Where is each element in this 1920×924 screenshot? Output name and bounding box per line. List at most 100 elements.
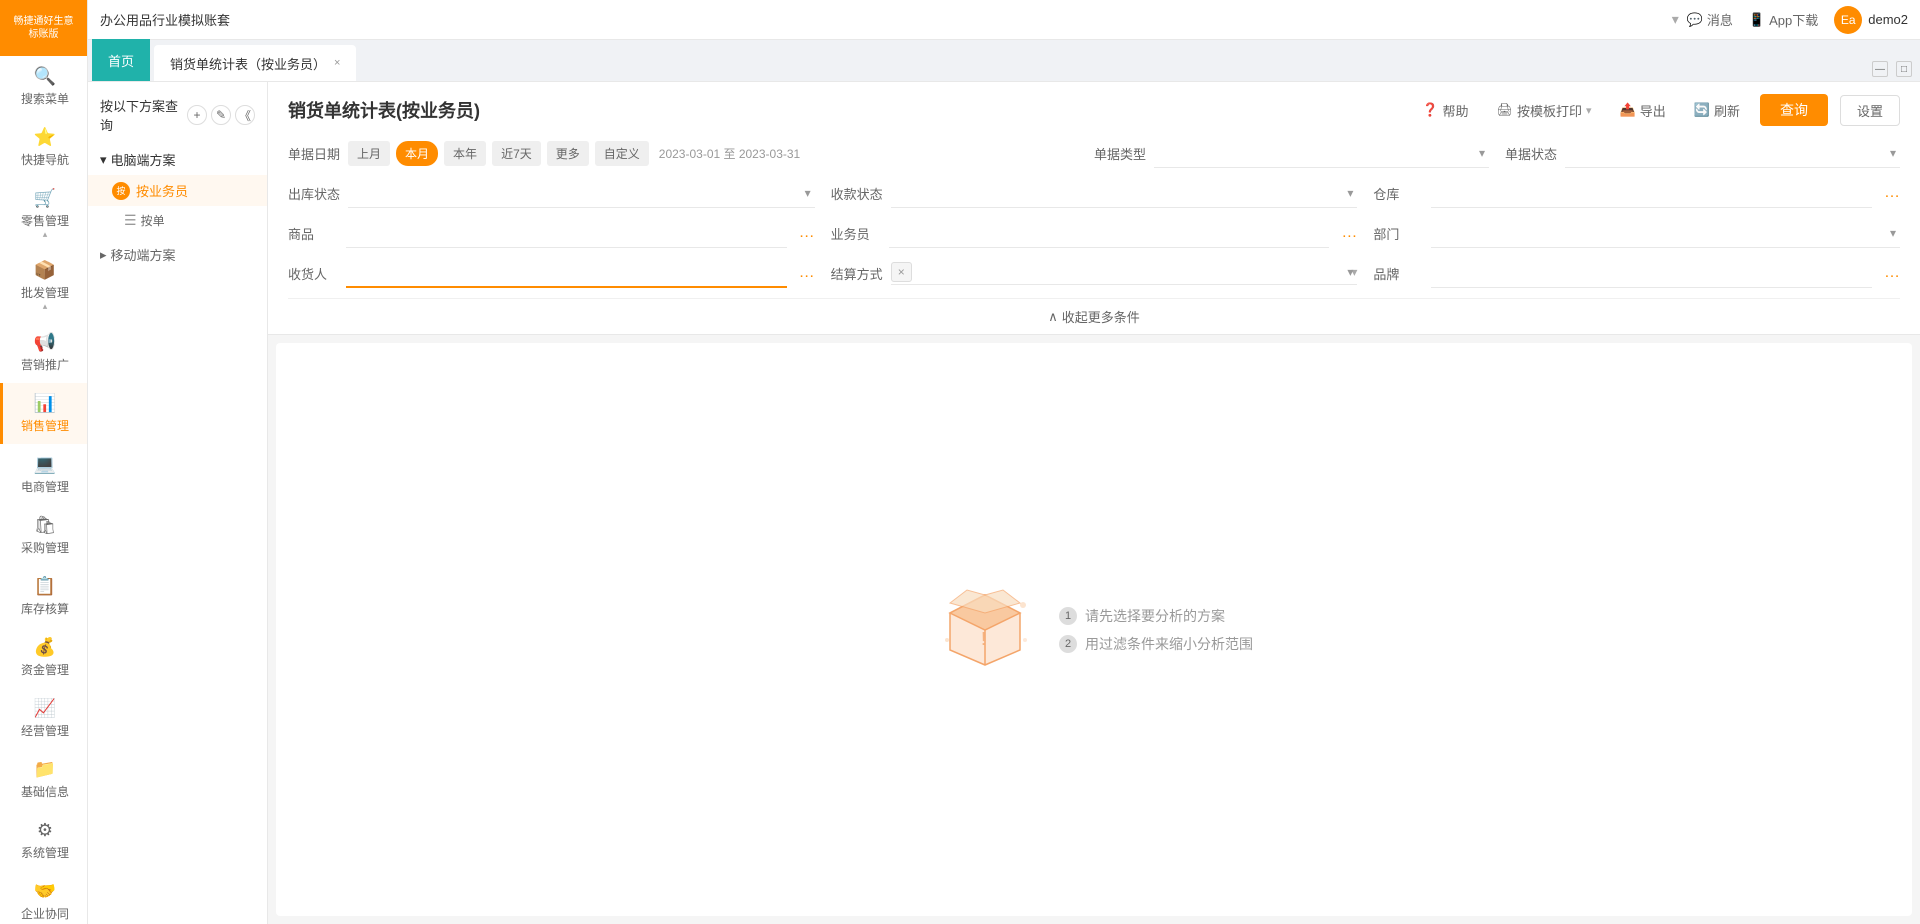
purchase-icon: 🛍 [34, 515, 57, 536]
staff-field: 业务员 … [831, 218, 1358, 248]
refresh-label: 刷新 [1714, 101, 1740, 120]
sidebar-item-wholesale[interactable]: 📦 批发管理 ▴ [0, 250, 87, 322]
out-status-select[interactable] [348, 178, 815, 208]
empty-tip-1: 1 请先选择要分析的方案 [1059, 606, 1253, 626]
date-this-year-button[interactable]: 本年 [444, 141, 486, 166]
warehouse-input[interactable] [1431, 178, 1872, 208]
bill-type-select[interactable] [1154, 138, 1489, 168]
brand-label: 品牌 [1373, 264, 1423, 283]
sidebar-item-label: 营销推广 [21, 356, 69, 373]
payment-status-select[interactable] [891, 178, 1358, 208]
help-button[interactable]: ❓ 帮助 [1414, 97, 1476, 124]
date-custom-button[interactable]: 自定义 [595, 141, 649, 166]
sidebar-item-purchase[interactable]: 🛍 采购管理 [0, 505, 87, 566]
right-panel: 销货单统计表(按业务员) ❓ 帮助 🖨 按模板打印 ▾ 📤 [268, 82, 1920, 924]
brand-dots-button[interactable]: … [1884, 264, 1900, 282]
date-this-month-button[interactable]: 本月 [396, 141, 438, 166]
print-icon: 🖨 [1497, 102, 1514, 118]
date-custom-label: 自定义 [604, 147, 640, 161]
sidebar-item-quicknav[interactable]: ⭐ 快捷导航 [0, 117, 87, 178]
brand-input[interactable] [1431, 258, 1872, 288]
print-button[interactable]: 🖨 按模板打印 ▾ [1489, 97, 1600, 124]
date-prev-month-button[interactable]: 上月 [348, 141, 390, 166]
goods-input[interactable] [346, 218, 787, 248]
sidebar-item-label: 批发管理 [21, 284, 69, 301]
collapse-filters-button[interactable]: ∧ 收起更多条件 [288, 298, 1900, 334]
payment-status-field: 收款状态 [831, 178, 1358, 208]
basic-icon: 📁 [34, 759, 56, 780]
tree-item-by-staff[interactable]: 按 按业务员 [88, 175, 267, 206]
filter-row-1: 单据日期 上月 本月 本年 [288, 138, 1900, 168]
date-7days-button[interactable]: 近7天 [492, 141, 541, 166]
query-button[interactable]: 查询 [1760, 94, 1828, 126]
sidebar-item-finance[interactable]: 💰 资金管理 [0, 627, 87, 688]
add-scheme-button[interactable]: + [187, 105, 207, 125]
left-panel-actions: + ✎ 《 [187, 105, 255, 125]
print-label: 按模板打印 [1517, 101, 1582, 120]
edit-scheme-button[interactable]: ✎ [211, 105, 231, 125]
sidebar-item-inventory[interactable]: 📋 库存核算 [0, 566, 87, 627]
date-more-button[interactable]: 更多 [547, 141, 589, 166]
app-title: 办公用品行业模拟账套 [100, 10, 1664, 29]
goods-dots-button[interactable]: … [799, 224, 815, 242]
settlement-dropdown-arrow: ▾ [1351, 265, 1357, 279]
dept-select[interactable] [1431, 218, 1900, 248]
sidebar-item-marketing[interactable]: 📢 营销推广 [0, 322, 87, 383]
sales-icon: 📊 [34, 393, 56, 414]
collapse-panel-button[interactable]: 《 [235, 105, 255, 125]
date-this-year-label: 本年 [453, 147, 477, 161]
date-range-text: 2023-03-01 至 2023-03-31 [659, 145, 800, 162]
sidebar-item-sales[interactable]: 📊 销售管理 [0, 383, 87, 444]
settings-button[interactable]: 设置 [1840, 95, 1900, 126]
maximize-button[interactable]: □ [1896, 61, 1912, 77]
tab-active[interactable]: 销货单统计表（按业务员） × [154, 45, 356, 81]
export-label: 导出 [1640, 101, 1666, 120]
bill-status-select[interactable] [1565, 138, 1900, 168]
dept-label: 部门 [1373, 224, 1423, 243]
filter-row-2: 出库状态 收款状态 仓库 [288, 178, 1900, 208]
tree-group-desktop-header[interactable]: ▾ 电脑端方案 [88, 144, 267, 175]
sidebar-item-ecom[interactable]: 💻 电商管理 [0, 444, 87, 505]
payment-status-select-wrap [891, 178, 1358, 208]
refresh-button[interactable]: 🔄 刷新 [1686, 97, 1748, 124]
expand-arrow-icon: ▴ [43, 301, 48, 312]
brand-field: 品牌 … [1373, 258, 1900, 288]
receiver-input[interactable] [346, 258, 787, 288]
tree-sub-item-by-bill[interactable]: ☰ 按单 [88, 206, 267, 235]
date-7days-label: 近7天 [501, 147, 532, 161]
tree-group-mobile-header[interactable]: ▸ 移动端方案 [88, 239, 267, 270]
page-title-actions: ❓ 帮助 🖨 按模板打印 ▾ 📤 导出 🔄 [1414, 94, 1900, 126]
settlement-tag: × [891, 262, 912, 282]
sidebar-item-retail[interactable]: 🛒 零售管理 ▴ [0, 178, 87, 250]
app-logo[interactable]: 畅捷通好生意 标账版 [0, 0, 88, 56]
export-button[interactable]: 📤 导出 [1612, 97, 1674, 124]
message-button[interactable]: 💬 消息 [1687, 10, 1733, 29]
content-area: 按以下方案查询 + ✎ 《 ▾ 电脑端方案 [88, 82, 1920, 924]
minimize-button[interactable]: — [1872, 61, 1888, 77]
user-menu[interactable]: Ea demo2 [1834, 6, 1908, 34]
staff-dots-button[interactable]: … [1341, 224, 1357, 242]
tab-close-icon[interactable]: × [334, 57, 340, 69]
sidebar-item-corp[interactable]: 🤝 企业协同 [0, 871, 87, 924]
app-download-button[interactable]: 📱 App下载 [1749, 10, 1818, 29]
user-avatar: Ea [1834, 6, 1862, 34]
tab-window-controls: — □ [1872, 61, 1920, 81]
sidebar-item-ops[interactable]: 📈 经营管理 [0, 688, 87, 749]
sidebar-item-basic[interactable]: 📁 基础信息 [0, 749, 87, 810]
title-dropdown-icon[interactable]: ▾ [1672, 11, 1679, 28]
date-filter: 上月 本月 本年 近7天 [348, 141, 1078, 166]
group-label: 电脑端方案 [111, 150, 176, 169]
receiver-dots-button[interactable]: … [799, 264, 815, 282]
sidebar-item-search[interactable]: 🔍 搜索菜单 [0, 56, 87, 117]
dept-field: 部门 [1373, 218, 1900, 248]
minimize-icon: — [1875, 64, 1885, 75]
tab-home[interactable]: 首页 [92, 39, 150, 81]
left-panel-header: 按以下方案查询 + ✎ 《 [88, 90, 267, 140]
sidebar-item-system[interactable]: ⚙ 系统管理 [0, 810, 87, 871]
staff-input[interactable] [889, 218, 1330, 248]
tree-group-desktop: ▾ 电脑端方案 按 按业务员 ☰ 按单 [88, 144, 267, 235]
warehouse-dots-button[interactable]: … [1884, 184, 1900, 202]
sidebar-item-label: 电商管理 [21, 478, 69, 495]
sidebar-item-label: 采购管理 [21, 539, 69, 556]
settlement-tag-close-icon[interactable]: × [898, 265, 905, 279]
